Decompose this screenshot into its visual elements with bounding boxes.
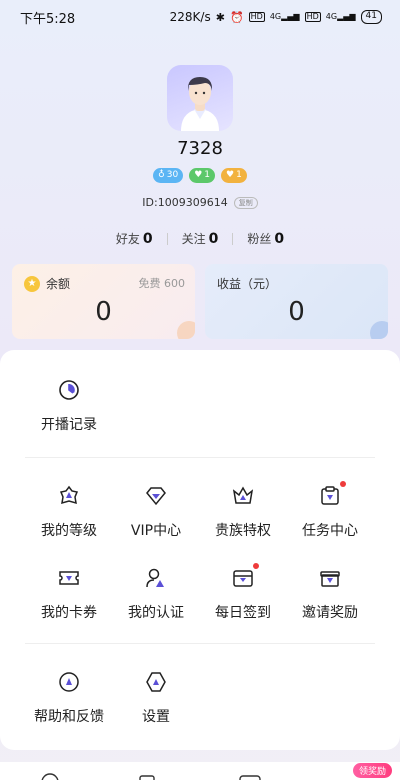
social-stats: 好友 0 关注 0 粉丝 0 (0, 230, 400, 247)
user-id-row: ID:1009309614 复制 (0, 196, 400, 209)
level-icon: ♁ (158, 170, 165, 180)
alarm-icon: ⏰ (229, 10, 244, 24)
clipboard-icon (318, 481, 346, 508)
bottom-nav-icons (41, 773, 261, 780)
level-icon (57, 484, 81, 508)
user-verify-icon (144, 566, 168, 590)
status-time: 下午5:28 (20, 11, 76, 27)
menu-item-noble-privilege[interactable]: 贵族特权 (199, 484, 287, 544)
menu-item-my-verification[interactable]: 我的认证 (112, 566, 200, 626)
fan-badge[interactable]: ♥ 1 (189, 168, 216, 183)
settings-icon (144, 670, 168, 694)
menu-item-vip-center[interactable]: VIP中心 (112, 484, 200, 544)
status-bar: 下午5:28 228K/s ✱ ⏰ HD 4G▂▄▆ HD 4G▂▄▆ 41 (0, 0, 400, 34)
balance-value: 0 (95, 297, 112, 327)
hd-icon: HD (304, 12, 321, 22)
bluetooth-icon: ✱ (215, 10, 225, 24)
menu-item-invite-reward[interactable]: 邀请奖励 (286, 566, 374, 626)
help-icon (57, 670, 81, 694)
charm-badge[interactable]: ♥ 1 (221, 168, 247, 183)
menu-item-my-coupons[interactable]: 我的卡券 (25, 566, 113, 626)
section-divider (25, 643, 375, 644)
heart-icon: ♥ (226, 170, 235, 180)
stat-following[interactable]: 关注 0 (168, 230, 233, 247)
card-decoration (177, 321, 195, 339)
badge-row: ♁ 30 ♥ 1 ♥ 1 (0, 168, 400, 183)
ticket-icon (57, 566, 81, 590)
income-card[interactable]: 收益（元） 0 (205, 264, 388, 339)
clock-icon (57, 378, 81, 402)
user-id: ID:1009309614 (142, 196, 228, 209)
bottom-nav (0, 762, 400, 780)
coin-icon: ★ (24, 275, 40, 292)
hd-icon: HD (248, 12, 265, 22)
balance-card[interactable]: ★ 余额 免费 600 0 (12, 264, 195, 339)
diamond-icon (144, 484, 168, 508)
claim-reward-button[interactable]: 领奖励 (353, 763, 393, 778)
gift-icon (318, 566, 342, 590)
income-value: 0 (288, 297, 305, 327)
card-decoration (370, 321, 388, 339)
notification-dot (340, 481, 346, 487)
calendar-icon (231, 563, 259, 590)
notification-dot (253, 563, 259, 569)
crown-icon (231, 484, 255, 508)
username: 7328 (177, 138, 223, 159)
stat-fans[interactable]: 粉丝 0 (233, 230, 298, 247)
level-badge[interactable]: ♁ 30 (153, 168, 184, 183)
menu-item-daily-checkin[interactable]: 每日签到 (199, 563, 287, 626)
menu-item-help-feedback[interactable]: 帮助和反馈 (25, 670, 113, 730)
stat-friends[interactable]: 好友 0 (102, 230, 167, 247)
menu-item-broadcast-record[interactable]: 开播记录 (25, 378, 113, 438)
menu-item-settings[interactable]: 设置 (112, 670, 200, 730)
free-amount: 免费 600 (138, 277, 186, 290)
signal-icon: 4G▂▄▆ (325, 12, 356, 21)
copy-id-button[interactable]: 复制 (233, 196, 258, 209)
income-title: 收益（元） (217, 277, 278, 291)
section-divider (25, 457, 375, 458)
avatar[interactable] (167, 65, 233, 131)
status-icons: 228K/s ✱ ⏰ HD 4G▂▄▆ HD 4G▂▄▆ 41 (170, 10, 382, 24)
balance-title: 余额 (46, 277, 71, 291)
menu-panel: 开播记录 我的等级 VIP中心 贵族特权 任务中心 我的卡券 我的认证 每日签到… (0, 350, 400, 750)
heart-icon: ♥ (194, 170, 203, 180)
signal-icon: 4G▂▄▆ (269, 12, 300, 21)
menu-item-task-center[interactable]: 任务中心 (286, 481, 374, 544)
menu-item-my-level[interactable]: 我的等级 (25, 484, 113, 544)
battery-icon: 41 (360, 10, 382, 24)
network-speed: 228K/s (169, 10, 211, 24)
